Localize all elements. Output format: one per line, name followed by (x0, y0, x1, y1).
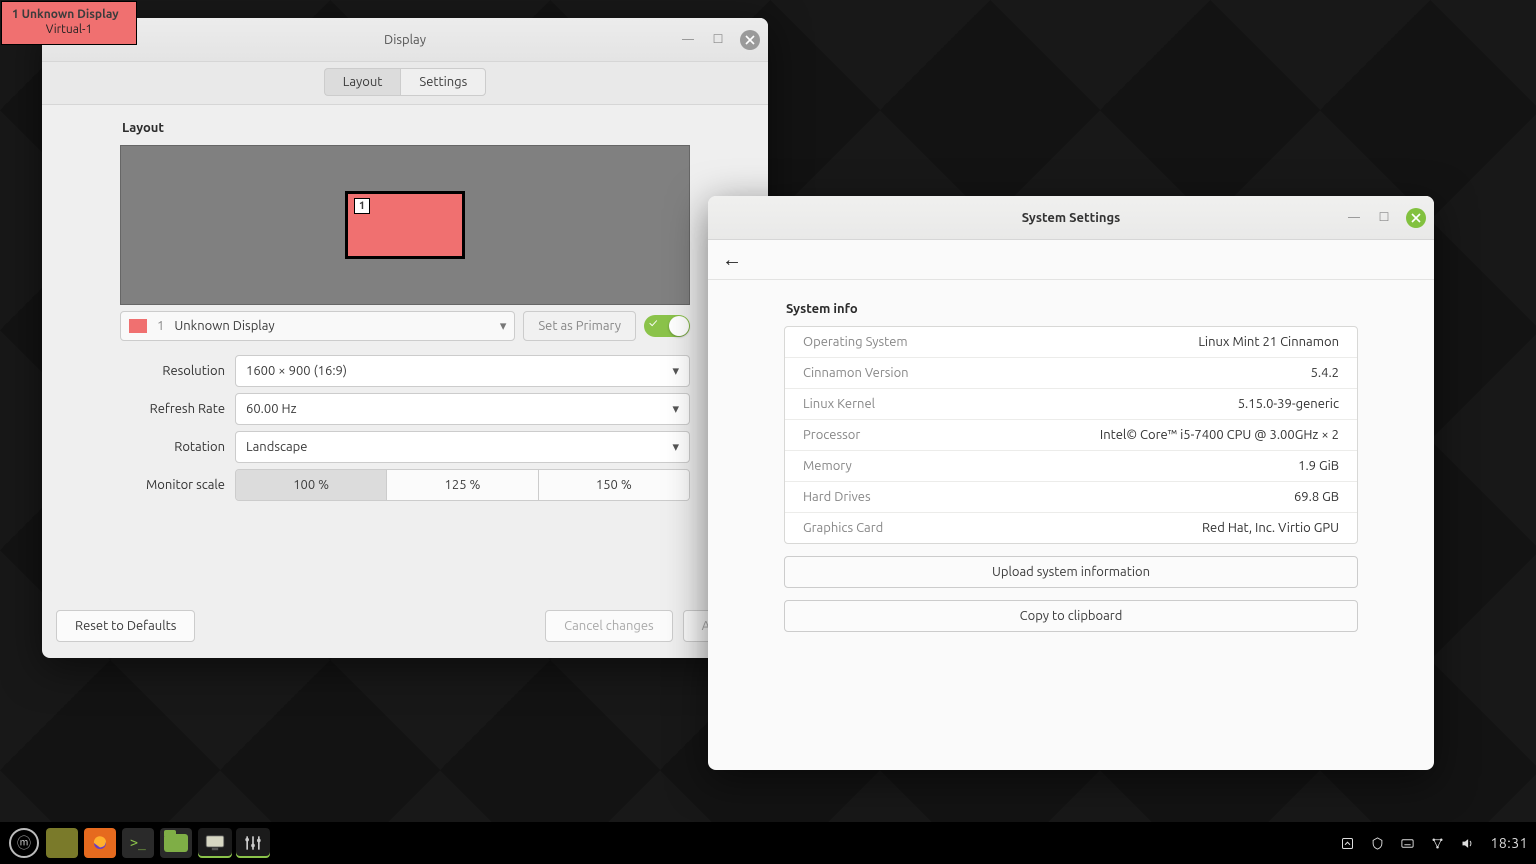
osd-line1: 1 Unknown Display (12, 8, 119, 21)
monitor-selector[interactable]: 1 Unknown Display ▾ (120, 311, 515, 341)
monitor-index: 1 (157, 319, 164, 333)
chevron-down-icon: ▾ (672, 402, 679, 417)
rotation-value: Landscape (246, 440, 307, 454)
monitor-arrangement-canvas[interactable]: 1 (120, 145, 690, 305)
tab-settings[interactable]: Settings (400, 68, 486, 96)
refresh-value: 60.00 Hz (246, 402, 297, 416)
info-value: 69.8 GB (1294, 490, 1339, 504)
task-settings[interactable] (236, 828, 270, 858)
maximize-icon[interactable]: ☐ (710, 32, 726, 48)
panel-clock[interactable]: 18:31 (1490, 835, 1528, 851)
tray-volume-icon[interactable] (1460, 836, 1476, 851)
terminal-icon: >_ (130, 836, 146, 851)
settings-title: System Settings (1022, 211, 1121, 225)
info-key: Operating System (803, 335, 908, 349)
close-icon[interactable] (740, 30, 760, 50)
info-key: Memory (803, 459, 852, 473)
info-value: Intel© Core™ i5-7400 CPU @ 3.00GHz × 2 (1100, 428, 1339, 442)
task-display[interactable] (198, 828, 232, 858)
mint-logo-icon: ⓜ (9, 828, 39, 858)
firefox-launcher[interactable] (84, 828, 116, 858)
monitor-1[interactable]: 1 (345, 191, 465, 259)
info-key: Cinnamon Version (803, 366, 909, 380)
osd-line2: Virtual-1 (12, 23, 126, 36)
upload-info-button[interactable]: Upload system information (784, 556, 1358, 588)
reset-defaults-button[interactable]: Reset to Defaults (56, 610, 195, 642)
copy-clipboard-button[interactable]: Copy to clipboard (784, 600, 1358, 632)
terminal-launcher[interactable]: >_ (122, 828, 154, 858)
display-tabs: Layout Settings (42, 62, 768, 105)
cancel-changes-button[interactable]: Cancel changes (545, 610, 673, 642)
section-label-layout: Layout (122, 121, 690, 135)
monitor-number-badge: 1 (354, 198, 370, 214)
system-settings-window: System Settings — ☐ ← System info Operat… (708, 196, 1434, 770)
info-row: Operating System Linux Mint 21 Cinnamon (785, 327, 1357, 358)
info-row: Memory 1.9 GiB (785, 451, 1357, 482)
show-desktop-button[interactable] (46, 828, 78, 858)
tray-removable-icon[interactable] (1340, 836, 1356, 851)
display-task-icon (205, 835, 225, 851)
info-value: 5.15.0-39-generic (1238, 397, 1339, 411)
files-launcher[interactable] (160, 828, 192, 858)
back-button[interactable]: ← (722, 247, 742, 272)
refresh-dropdown[interactable]: 60.00 Hz ▾ (235, 393, 690, 425)
set-primary-button[interactable]: Set as Primary (523, 311, 636, 341)
minimize-icon[interactable]: — (1346, 210, 1362, 226)
minimize-icon[interactable]: — (680, 32, 696, 48)
label-resolution: Resolution (120, 364, 225, 378)
monitor-color-swatch (129, 319, 147, 333)
tab-layout[interactable]: Layout (324, 68, 401, 96)
info-key: Linux Kernel (803, 397, 875, 411)
info-value: 1.9 GiB (1298, 459, 1339, 473)
system-tray: 18:31 (1340, 835, 1528, 851)
rotation-dropdown[interactable]: Landscape ▾ (235, 431, 690, 463)
monitor-name: Unknown Display (174, 319, 274, 333)
display-title: Display (384, 33, 426, 47)
info-key: Graphics Card (803, 521, 883, 535)
tray-updates-icon[interactable] (1370, 836, 1386, 851)
info-row: Linux Kernel 5.15.0-39-generic (785, 389, 1357, 420)
taskbar: ⓜ >_ (0, 822, 1536, 864)
info-key: Processor (803, 428, 860, 442)
scale-option-150[interactable]: 150 % (539, 470, 689, 500)
label-scale: Monitor scale (120, 478, 225, 492)
info-row: Graphics Card Red Hat, Inc. Virtio GPU (785, 513, 1357, 543)
chevron-down-icon: ▾ (500, 319, 507, 334)
info-value: Red Hat, Inc. Virtio GPU (1202, 521, 1339, 535)
scale-option-125[interactable]: 125 % (387, 470, 538, 500)
info-row: Processor Intel© Core™ i5-7400 CPU @ 3.00… (785, 420, 1357, 451)
display-window: Display — ☐ Layout Settings Layout 1 1 U… (42, 18, 768, 658)
settings-task-icon (243, 833, 263, 853)
resolution-value: 1600 × 900 (16:9) (246, 364, 347, 378)
tray-network-icon[interactable] (1430, 836, 1446, 851)
firefox-icon (91, 834, 109, 852)
info-row: Cinnamon Version 5.4.2 (785, 358, 1357, 389)
folder-icon (164, 834, 188, 852)
monitor-enabled-toggle[interactable] (644, 315, 690, 337)
info-key: Hard Drives (803, 490, 871, 504)
maximize-icon[interactable]: ☐ (1376, 210, 1392, 226)
chevron-down-icon: ▾ (672, 364, 679, 379)
label-rotation: Rotation (120, 440, 225, 454)
resolution-dropdown[interactable]: 1600 × 900 (16:9) ▾ (235, 355, 690, 387)
settings-titlebar[interactable]: System Settings — ☐ (708, 196, 1434, 240)
tray-keyboard-icon[interactable] (1400, 836, 1416, 851)
scale-segmented: 100 % 125 % 150 % (235, 469, 690, 501)
section-label-sysinfo: System info (786, 302, 1358, 316)
scale-option-100[interactable]: 100 % (236, 470, 387, 500)
label-refresh: Refresh Rate (120, 402, 225, 416)
display-identify-osd: 1 Unknown Display Virtual-1 (1, 1, 137, 45)
close-icon[interactable] (1406, 208, 1426, 228)
menu-button[interactable]: ⓜ (8, 828, 40, 858)
system-info-table: Operating System Linux Mint 21 Cinnamon Ci… (784, 326, 1358, 544)
display-titlebar[interactable]: Display — ☐ (42, 18, 768, 62)
info-value: 5.4.2 (1311, 366, 1339, 380)
info-row: Hard Drives 69.8 GB (785, 482, 1357, 513)
chevron-down-icon: ▾ (672, 440, 679, 455)
info-value: Linux Mint 21 Cinnamon (1198, 335, 1339, 349)
